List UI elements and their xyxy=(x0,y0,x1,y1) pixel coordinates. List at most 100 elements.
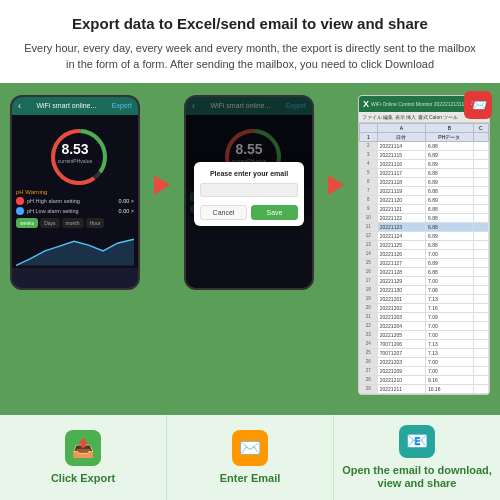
step2-icon: ✉️ xyxy=(232,430,268,466)
excel-cell-date: 20221125 xyxy=(377,240,425,249)
table-row: 22202212047.00 xyxy=(360,321,489,330)
excel-cell-extra xyxy=(473,366,488,375)
excel-row-number: 10 xyxy=(360,213,378,222)
table-row: 28202212109.16 xyxy=(360,375,489,384)
forward-arrow-icon xyxy=(154,175,170,195)
chart-area xyxy=(16,231,134,266)
table-row: 23202212057.00 xyxy=(360,330,489,339)
email-input-field[interactable] xyxy=(200,183,298,197)
excel-cell-date: 20221210 xyxy=(377,375,425,384)
excel-cell-ph: 6.88 xyxy=(425,186,473,195)
step2-card: ✉️ Enter Email xyxy=(167,415,334,500)
excel-cell-ph: 7.00 xyxy=(425,330,473,339)
excel-cell-date: 20221204 xyxy=(377,321,425,330)
excel-cell-date: 20221202 xyxy=(377,303,425,312)
excel-cell-date: 70071207 xyxy=(377,348,425,357)
table-row: 20202212027.16 xyxy=(360,303,489,312)
excel-row-number: 3 xyxy=(360,150,378,159)
dialog-buttons: Cancel Save xyxy=(200,205,298,220)
table-row: 4202211166.89 xyxy=(360,159,489,168)
excel-row-number: 5 xyxy=(360,168,378,177)
main-container: Export data to Excel/send email to view … xyxy=(0,0,500,500)
excel-table: A B C 1 日付 PHデータ 2202211146.883202211156… xyxy=(359,123,489,394)
excel-cell-date: 20221120 xyxy=(377,195,425,204)
excel-cell-date: 20221116 xyxy=(377,159,425,168)
phone1-title: WiFi smart online... xyxy=(36,102,96,109)
excel-cell-date: 20221209 xyxy=(377,366,425,375)
email-icon-badge: 📨 xyxy=(464,91,492,119)
excel-cell-ph: 7.09 xyxy=(425,312,473,321)
phone1-export-btn[interactable]: Export xyxy=(112,102,132,109)
excel-cell-ph: 10.16 xyxy=(425,384,473,393)
excel-cell-ph: 7.16 xyxy=(425,303,473,312)
table-row: 27202212097.00 xyxy=(360,366,489,375)
excel-col-b: B xyxy=(425,123,473,132)
step1-icon: 📤 xyxy=(65,430,101,466)
email-dialog: Please enter your email Cancel Save xyxy=(194,162,304,226)
step2-label: Enter Email xyxy=(220,472,281,485)
excel-cell-extra xyxy=(473,384,488,393)
tab-hour[interactable]: Hour xyxy=(86,218,105,228)
table-row: 3202211156.89 xyxy=(360,150,489,159)
excel-cell-ph: 6.88 xyxy=(425,204,473,213)
main-title: Export data to Excel/send email to view … xyxy=(20,14,480,34)
tab-days[interactable]: Days xyxy=(40,218,59,228)
cancel-button[interactable]: Cancel xyxy=(200,205,247,220)
excel-row-header: 1 xyxy=(360,132,378,141)
excel-colheader-c xyxy=(473,132,488,141)
excel-row-number: 4 xyxy=(360,159,378,168)
excel-mockup: X WiFi Online Control Monitor 2022212131… xyxy=(358,95,490,395)
table-row: 6202211186.89 xyxy=(360,177,489,186)
excel-row-number: 15 xyxy=(360,258,378,267)
excel-cell-extra xyxy=(473,159,488,168)
excel-cell-extra xyxy=(473,276,488,285)
tab-month[interactable]: month xyxy=(62,218,84,228)
excel-cell-date: 20221203 xyxy=(377,357,425,366)
excel-row-number: 9 xyxy=(360,204,378,213)
excel-cell-ph: 7.06 xyxy=(425,285,473,294)
excel-cell-extra xyxy=(473,150,488,159)
excel-cell-date: 20221127 xyxy=(377,258,425,267)
alarm-high-dot xyxy=(16,197,24,205)
excel-cell-date: 20221117 xyxy=(377,168,425,177)
save-button[interactable]: Save xyxy=(251,205,298,220)
tab-weeks[interactable]: weeks xyxy=(16,218,38,228)
excel-row-number: 22 xyxy=(360,321,378,330)
alarm-low-dot xyxy=(16,207,24,215)
excel-cell-ph: 7.13 xyxy=(425,348,473,357)
excel-col-c: C xyxy=(473,123,488,132)
table-row: 8202211206.89 xyxy=(360,195,489,204)
excel-col-a: A xyxy=(377,123,425,132)
excel-cell-date: 70071206 xyxy=(377,339,425,348)
excel-cell-ph: 6.89 xyxy=(425,258,473,267)
excel-cell-extra xyxy=(473,249,488,258)
excel-row-number: 25 xyxy=(360,348,378,357)
table-row: 13202211256.88 xyxy=(360,240,489,249)
phone1-gauge-label: currentPHvalue xyxy=(58,158,92,164)
excel-cell-extra xyxy=(473,213,488,222)
excel-row-number: 21 xyxy=(360,312,378,321)
excel-cell-date: 20221123 xyxy=(377,222,425,231)
excel-cell-extra xyxy=(473,195,488,204)
email-icon: 📨 xyxy=(470,97,487,113)
excel-cell-date: 20221201 xyxy=(377,294,425,303)
alarm-high-row: pH High alarm setting 0.00 > xyxy=(16,197,134,205)
excel-cell-ph: 6.89 xyxy=(425,177,473,186)
excel-row-number: 28 xyxy=(360,375,378,384)
excel-cell-extra xyxy=(473,186,488,195)
excel-cell-ph: 7.00 xyxy=(425,276,473,285)
table-row: 14202211267.00 xyxy=(360,249,489,258)
excel-row-number: 2 xyxy=(360,141,378,150)
excel-cell-date: 20221205 xyxy=(377,330,425,339)
excel-row-number: 26 xyxy=(360,357,378,366)
excel-row-number: 17 xyxy=(360,276,378,285)
excel-row-number: 20 xyxy=(360,303,378,312)
dialog-title: Please enter your email xyxy=(200,170,298,177)
excel-cell-extra xyxy=(473,330,488,339)
excel-row-number: 8 xyxy=(360,195,378,204)
excel-cell-ph: 6.88 xyxy=(425,141,473,150)
phone1-header: ‹ WiFi smart online... Export xyxy=(12,97,138,115)
table-row: 21202212037.09 xyxy=(360,312,489,321)
excel-cell-date: 20221115 xyxy=(377,150,425,159)
excel-cell-date: 20221114 xyxy=(377,141,425,150)
